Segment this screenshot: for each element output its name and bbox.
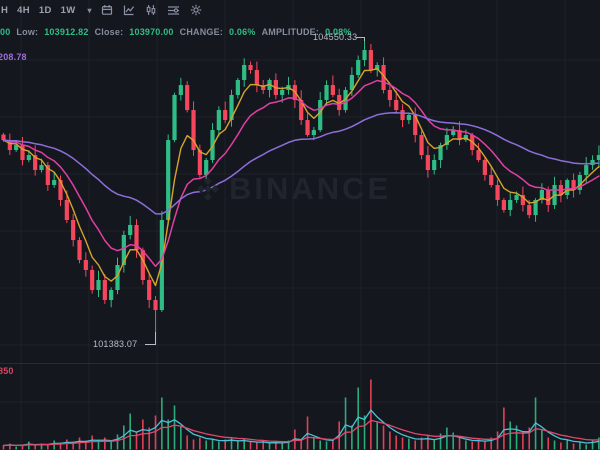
chart-canvas[interactable] bbox=[0, 0, 600, 450]
change-label: CHANGE: bbox=[179, 27, 224, 37]
timeframe-h[interactable]: H bbox=[1, 5, 8, 16]
ma-value-partial: 208.78 bbox=[0, 52, 27, 62]
indicators-icon[interactable] bbox=[167, 4, 180, 16]
high-price-label: 104550.33 bbox=[313, 32, 358, 42]
low-price-label: 101383.07 bbox=[93, 339, 138, 349]
gear-icon[interactable] bbox=[190, 4, 202, 16]
chart-toolbar: H 4H 1D 1W ▾ bbox=[1, 0, 212, 20]
calendar-icon[interactable] bbox=[101, 4, 113, 16]
candlestick-icon[interactable] bbox=[145, 4, 157, 16]
amplitude-label: AMPLITUDE: bbox=[261, 27, 320, 37]
change-value: 0.06% bbox=[229, 27, 256, 37]
close-value: 103970.00 bbox=[129, 27, 174, 37]
watermark-text: BINANCE bbox=[229, 171, 392, 206]
close-label: Close: bbox=[94, 27, 124, 37]
line-chart-icon[interactable] bbox=[123, 4, 135, 16]
chevron-down-icon[interactable]: ▾ bbox=[88, 6, 92, 15]
timeframe-1w[interactable]: 1W bbox=[61, 5, 76, 16]
open-value-partial: 00 bbox=[0, 27, 11, 37]
binance-watermark: BINANCE bbox=[196, 171, 391, 207]
timeframe-1d[interactable]: 1D bbox=[39, 5, 52, 16]
low-label: Low: bbox=[16, 27, 39, 37]
binance-logo-icon bbox=[197, 177, 219, 201]
trading-chart-screen: BINANCE H 4H 1D 1W ▾ 00 Low: 103912.82 C… bbox=[0, 0, 600, 450]
low-value: 103912.82 bbox=[44, 27, 89, 37]
timeframe-4h[interactable]: 4H bbox=[17, 5, 30, 16]
volume-ma-value-partial: 850 bbox=[0, 366, 14, 376]
ohlc-info-row: 00 Low: 103912.82 Close: 103970.00 CHANG… bbox=[0, 27, 352, 37]
